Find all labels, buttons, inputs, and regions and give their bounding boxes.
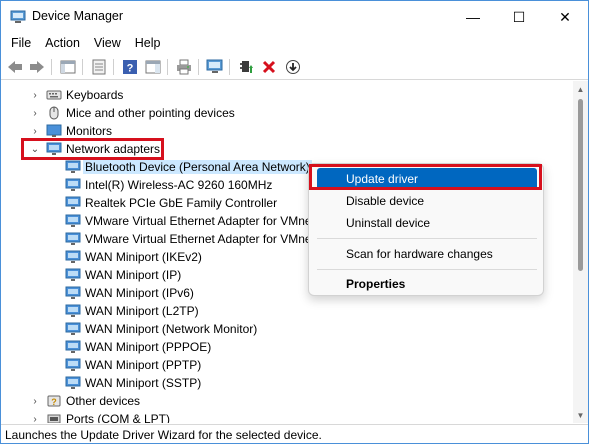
menu-view[interactable]: View (88, 33, 127, 53)
chevron-right-icon[interactable]: › (29, 124, 41, 138)
network-device-label: WAN Miniport (PPPOE) (85, 340, 212, 354)
menu-bar: File Action View Help (1, 33, 588, 53)
maximize-button[interactable]: ☐ (496, 1, 542, 33)
show-hide-console-tree-icon[interactable] (58, 58, 78, 76)
menu-separator (317, 269, 537, 270)
status-bar: Launches the Update Driver Wizard for th… (1, 424, 588, 443)
tree-item-mice[interactable]: › Mice and other pointing devices (1, 104, 573, 122)
network-device-item[interactable]: WAN Miniport (Network Monitor) (1, 320, 573, 338)
tree-item-label: Monitors (66, 124, 113, 138)
scrollbar-thumb[interactable] (578, 99, 583, 271)
network-adapter-icon (65, 196, 81, 209)
scan-hardware-icon[interactable] (205, 58, 225, 76)
tree-item-keyboards[interactable]: › Keyboards (1, 86, 573, 104)
network-adapter-icon (65, 286, 81, 299)
tree-item-label: Other devices (66, 394, 141, 408)
network-adapter-icon (65, 160, 81, 173)
menu-file[interactable]: File (5, 33, 37, 53)
tree-item-label: Keyboards (66, 88, 124, 102)
network-device-label: WAN Miniport (L2TP) (85, 304, 199, 318)
update-driver-highlight-box (309, 164, 542, 190)
network-device-label: WAN Miniport (PPTP) (85, 358, 202, 372)
network-adapter-icon (65, 340, 81, 353)
uninstall-device-icon[interactable] (259, 58, 279, 76)
tree-item-label: Mice and other pointing devices (66, 106, 235, 120)
back-icon[interactable] (5, 58, 25, 76)
properties-sheet-icon[interactable] (89, 58, 109, 76)
status-text: Launches the Update Driver Wizard for th… (5, 428, 322, 442)
tree-item-ports[interactable]: › Ports (COM & LPT) (1, 410, 573, 423)
network-device-label: VMware Virtual Ethernet Adapter for VMne… (85, 232, 322, 246)
network-device-label: VMware Virtual Ethernet Adapter for VMne… (85, 214, 322, 228)
network-adapter-icon (65, 250, 81, 263)
network-adapter-icon (65, 322, 81, 335)
network-adapter-icon (65, 304, 81, 317)
toolbar: ? (1, 55, 588, 80)
network-device-label: WAN Miniport (IP) (85, 268, 182, 282)
network-device-label: WAN Miniport (SSTP) (85, 376, 202, 390)
network-device-label: Bluetooth Device (Personal Area Network) (83, 160, 312, 174)
title-bar: Device Manager — ☐ ✕ (1, 1, 588, 33)
tree-item-other-devices[interactable]: › ? Other devices (1, 392, 573, 410)
network-adapters-highlight-box (21, 138, 164, 160)
minimize-button[interactable]: — (450, 1, 496, 33)
scroll-up-icon[interactable]: ▲ (573, 81, 588, 97)
mouse-icon (49, 106, 59, 120)
action-pane-icon[interactable] (143, 58, 163, 76)
network-device-item[interactable]: WAN Miniport (PPTP) (1, 356, 573, 374)
keyboard-icon (46, 90, 62, 100)
menu-action[interactable]: Action (39, 33, 86, 53)
port-icon (47, 414, 61, 423)
chevron-right-icon[interactable]: › (29, 394, 41, 408)
network-adapter-icon (65, 358, 81, 371)
device-manager-app-icon (10, 10, 26, 23)
menu-item-properties[interactable]: Properties (317, 273, 537, 295)
scroll-down-icon[interactable]: ▼ (573, 407, 588, 423)
menu-item-disable-device[interactable]: Disable device (317, 190, 537, 212)
menu-item-uninstall-device[interactable]: Uninstall device (317, 212, 537, 234)
print-icon[interactable] (174, 58, 194, 76)
network-device-item[interactable]: WAN Miniport (PPPOE) (1, 338, 573, 356)
tree-item-label: Ports (COM & LPT) (66, 412, 171, 423)
network-adapter-icon (65, 214, 81, 227)
window-title: Device Manager (32, 9, 124, 23)
device-manager-window: Device Manager — ☐ ✕ File Action View He… (0, 0, 589, 444)
other-devices-icon: ? (47, 395, 61, 407)
vertical-scrollbar[interactable]: ▲ ▼ (573, 81, 588, 423)
menu-separator (317, 238, 537, 239)
forward-icon[interactable] (27, 58, 47, 76)
svg-text:?: ? (51, 397, 57, 407)
chevron-right-icon[interactable]: › (29, 412, 41, 424)
close-button[interactable]: ✕ (542, 1, 588, 33)
network-device-item[interactable]: WAN Miniport (L2TP) (1, 302, 573, 320)
svg-text:?: ? (127, 63, 134, 75)
chevron-right-icon[interactable]: › (29, 106, 41, 120)
monitor-icon (46, 124, 62, 137)
network-device-label: WAN Miniport (IPv6) (85, 286, 194, 300)
network-device-label: WAN Miniport (Network Monitor) (85, 322, 258, 336)
update-driver-icon[interactable] (236, 58, 256, 76)
network-device-label: WAN Miniport (IKEv2) (85, 250, 202, 264)
network-device-label: Intel(R) Wireless-AC 9260 160MHz (85, 178, 273, 192)
menu-item-scan-hardware[interactable]: Scan for hardware changes (317, 243, 537, 265)
network-adapter-icon (65, 232, 81, 245)
disable-device-icon[interactable] (283, 58, 303, 76)
network-adapter-icon (65, 376, 81, 389)
network-device-item[interactable]: WAN Miniport (SSTP) (1, 374, 573, 392)
network-adapter-icon (65, 178, 81, 191)
help-icon[interactable]: ? (120, 58, 140, 76)
network-device-label: Realtek PCIe GbE Family Controller (85, 196, 278, 210)
network-adapter-icon (65, 268, 81, 281)
menu-help[interactable]: Help (129, 33, 167, 53)
chevron-right-icon[interactable]: › (29, 88, 41, 102)
